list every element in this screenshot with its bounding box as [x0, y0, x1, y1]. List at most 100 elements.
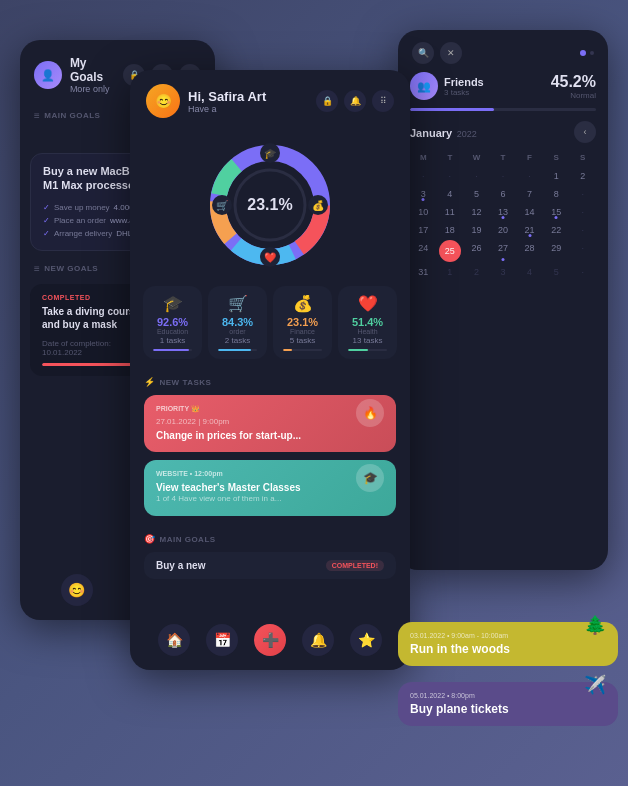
right-dot-nav [580, 50, 594, 56]
calendar-grid: M T W T F S S · · · · · 1 2 [410, 151, 596, 280]
health-label: Health [348, 328, 387, 335]
task-priority[interactable]: 🔥 PRIORITY 👑 27.01.2022 | 9:00pm Change … [144, 395, 396, 452]
stat-health: ❤️ 51.4% Health 13 tasks [338, 286, 397, 359]
cal-day[interactable]: 1 [543, 168, 570, 184]
tickets-title: Buy plane tickets [410, 702, 606, 716]
cal-day[interactable]: 28 [516, 240, 543, 262]
cal-day[interactable]: 6 [490, 186, 517, 202]
main-lock-icon[interactable]: 🔒 [316, 90, 338, 112]
cal-day[interactable]: · [569, 222, 596, 238]
cal-day[interactable]: 27 [490, 240, 517, 262]
goals-subtitle: More only [70, 84, 123, 94]
cal-day[interactable]: 15 [543, 204, 570, 220]
main-grid-icon[interactable]: ⠿ [372, 90, 394, 112]
dot-active [580, 50, 586, 56]
health-sub: 13 tasks [348, 336, 387, 345]
cal-day[interactable]: 13 [490, 204, 517, 220]
cal-week-1: · · · · · 1 2 [410, 168, 596, 184]
cal-day[interactable]: 26 [463, 240, 490, 262]
day-s2: S [569, 151, 596, 164]
cal-day[interactable]: 2 [569, 168, 596, 184]
cal-week-5: 24 25 26 27 28 29 · [410, 240, 596, 262]
day-w: W [463, 151, 490, 164]
nav-calendar[interactable]: 📅 [206, 624, 238, 656]
screen-wrapper: 👤 My Goals More only 🔒 🔔 🔍 MAIN GOALS ⊞ … [0, 0, 628, 786]
day-f: F [516, 151, 543, 164]
cal-day[interactable]: 5 [543, 264, 570, 280]
task-priority-title: Change in prices for start-up... [156, 429, 384, 442]
tickets-time: 05.01.2022 • 8:00pm [410, 692, 606, 699]
finance-percent: 23.1% [283, 316, 322, 328]
cal-day[interactable]: · [569, 240, 596, 262]
cal-day[interactable]: 4 [437, 186, 464, 202]
cal-day[interactable]: · [490, 168, 517, 184]
cal-day[interactable]: 31 [410, 264, 437, 280]
cal-day-today[interactable]: 25 [439, 240, 461, 262]
friends-status: Normal [551, 91, 596, 100]
cal-day[interactable]: 20 [490, 222, 517, 238]
health-percent: 51.4% [348, 316, 387, 328]
order-sub: 2 tasks [218, 336, 257, 345]
cal-day[interactable]: · [437, 168, 464, 184]
cal-day[interactable]: 12 [463, 204, 490, 220]
friends-text: Friends 3 tasks [444, 76, 484, 97]
tasks-section: NEW TASKS 🔥 PRIORITY 👑 27.01.2022 | 9:00… [130, 367, 410, 534]
cal-day[interactable]: 22 [543, 222, 570, 238]
cal-day[interactable]: · [569, 264, 596, 280]
cal-day[interactable]: 17 [410, 222, 437, 238]
svg-text:🎓: 🎓 [264, 147, 277, 160]
cal-day[interactable]: 21 [516, 222, 543, 238]
cal-day[interactable]: 10 [410, 204, 437, 220]
right-header: 🔍 ✕ [398, 30, 608, 72]
calendar-prev[interactable]: ‹ [574, 121, 596, 143]
main-user-name: Hi, Safira Art [188, 89, 266, 104]
calendar-header: January 2022 ‹ [410, 121, 596, 143]
day-s1: S [543, 151, 570, 164]
cal-day[interactable]: 14 [516, 204, 543, 220]
friends-avatar: 👥 [410, 72, 438, 100]
right-search-icon[interactable]: 🔍 [412, 42, 434, 64]
cal-day[interactable]: 18 [437, 222, 464, 238]
event-card-tickets[interactable]: ✈️ 05.01.2022 • 8:00pm Buy plane tickets [398, 682, 618, 726]
main-user-sub: Have a [188, 104, 266, 114]
task-priority-meta: 27.01.2022 | 9:00pm [156, 417, 384, 426]
nav-star[interactable]: ⭐ [350, 624, 382, 656]
cal-day[interactable]: · [569, 186, 596, 202]
donut-center: 23.1% [247, 196, 292, 214]
cal-day[interactable]: 3 [490, 264, 517, 280]
cal-day[interactable]: 3 [410, 186, 437, 202]
friends-percent: 45.2% [551, 73, 596, 91]
nav-home[interactable]: 🏠 [158, 624, 190, 656]
cal-day[interactable]: 8 [543, 186, 570, 202]
right-close-icon[interactable]: ✕ [440, 42, 462, 64]
task-normal[interactable]: 🎓 WEBSITE • 12:00pm View teacher's Maste… [144, 460, 396, 516]
event-card-run[interactable]: 🌲 03.01.2022 • 9:00am - 10:00am Run in t… [398, 622, 618, 666]
cal-day[interactable]: · [410, 168, 437, 184]
goals-title-area: 👤 My Goals More only [34, 56, 123, 94]
svg-text:🛒: 🛒 [216, 199, 229, 212]
goals-title: My Goals [70, 56, 123, 84]
cal-day[interactable]: 19 [463, 222, 490, 238]
cal-day[interactable]: · [463, 168, 490, 184]
right-header-icons: 🔍 ✕ [412, 42, 462, 64]
main-bell-icon[interactable]: 🔔 [344, 90, 366, 112]
cal-day[interactable]: · [516, 168, 543, 184]
cal-day[interactable]: 5 [463, 186, 490, 202]
run-icon: 🌲 [584, 614, 606, 636]
education-icon: 🎓 [153, 294, 192, 313]
education-sub: 1 tasks [153, 336, 192, 345]
cal-day[interactable]: 1 [437, 264, 464, 280]
cal-day[interactable]: 11 [437, 204, 464, 220]
nav-bell[interactable]: 🔔 [302, 624, 334, 656]
calendar-section: January 2022 ‹ M T W T F S S [398, 121, 608, 280]
cal-day[interactable]: 2 [463, 264, 490, 280]
main-avatar: 😊 [146, 84, 180, 118]
goal-row-buy: Buy a new COMPLETED! [144, 552, 396, 579]
cal-day[interactable]: 29 [543, 240, 570, 262]
nav-add[interactable]: ➕ [254, 624, 286, 656]
left-nav-smiley[interactable]: 😊 [61, 574, 93, 606]
cal-day[interactable]: · [569, 204, 596, 220]
cal-day[interactable]: 4 [516, 264, 543, 280]
cal-day[interactable]: 7 [516, 186, 543, 202]
cal-day[interactable]: 24 [410, 240, 437, 262]
